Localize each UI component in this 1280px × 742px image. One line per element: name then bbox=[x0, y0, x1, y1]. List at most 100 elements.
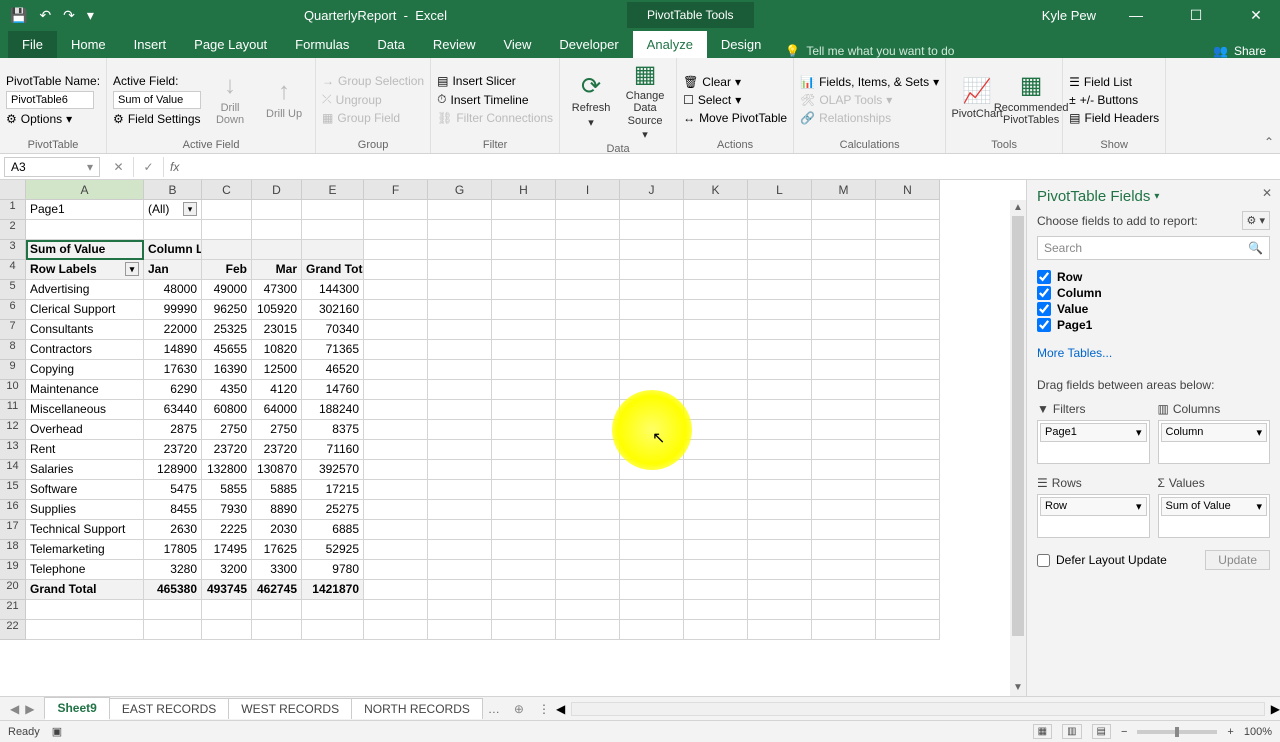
cell[interactable]: Software bbox=[26, 480, 144, 500]
cell[interactable] bbox=[556, 440, 620, 460]
cell[interactable] bbox=[556, 500, 620, 520]
cell[interactable] bbox=[302, 240, 364, 260]
chevron-down-icon[interactable]: ▾ bbox=[87, 160, 93, 174]
cell[interactable]: Clerical Support bbox=[26, 300, 144, 320]
column-header[interactable]: J bbox=[620, 180, 684, 200]
cell[interactable]: 1421870 bbox=[302, 580, 364, 600]
defer-checkbox[interactable] bbox=[1037, 554, 1050, 567]
cell[interactable] bbox=[252, 600, 302, 620]
cell[interactable] bbox=[364, 440, 428, 460]
cell[interactable] bbox=[428, 520, 492, 540]
scroll-thumb[interactable] bbox=[1012, 216, 1024, 636]
cell[interactable] bbox=[748, 600, 812, 620]
cell[interactable] bbox=[428, 240, 492, 260]
cell[interactable]: Column Labels▾ bbox=[144, 240, 202, 260]
cell[interactable]: 17630 bbox=[144, 360, 202, 380]
cell[interactable] bbox=[876, 400, 940, 420]
cell[interactable] bbox=[556, 460, 620, 480]
cell[interactable] bbox=[364, 580, 428, 600]
row-header[interactable]: 22 bbox=[0, 620, 26, 640]
field-list-button[interactable]: ☰ Field List bbox=[1069, 74, 1159, 90]
cell[interactable] bbox=[812, 340, 876, 360]
cell[interactable] bbox=[812, 360, 876, 380]
cell[interactable] bbox=[428, 320, 492, 340]
cell[interactable]: 17215 bbox=[302, 480, 364, 500]
cell[interactable]: 14760 bbox=[302, 380, 364, 400]
cell[interactable] bbox=[684, 600, 748, 620]
cell[interactable] bbox=[876, 240, 940, 260]
cell[interactable]: Telephone bbox=[26, 560, 144, 580]
cell[interactable]: 105920 bbox=[252, 300, 302, 320]
select-button[interactable]: ☐ Select ▾ bbox=[683, 92, 787, 108]
field-checkbox[interactable]: Column bbox=[1037, 286, 1270, 300]
insert-timeline-button[interactable]: ⏱ Insert Timeline bbox=[437, 91, 553, 108]
cell[interactable] bbox=[748, 480, 812, 500]
horizontal-scrollbar[interactable] bbox=[571, 702, 1265, 716]
row-header[interactable]: 19 bbox=[0, 560, 26, 580]
cell[interactable]: Technical Support bbox=[26, 520, 144, 540]
cell[interactable] bbox=[876, 420, 940, 440]
cell[interactable]: 302160 bbox=[302, 300, 364, 320]
collapse-ribbon-icon[interactable]: ⌃ bbox=[1264, 135, 1274, 149]
cell[interactable] bbox=[748, 520, 812, 540]
cell[interactable] bbox=[364, 560, 428, 580]
cell[interactable] bbox=[202, 600, 252, 620]
close-button[interactable]: ✕ bbox=[1236, 7, 1276, 24]
value-field[interactable]: Sum of Value▾ bbox=[1161, 497, 1268, 516]
row-header[interactable]: 11 bbox=[0, 400, 26, 420]
field-checkbox[interactable]: Row bbox=[1037, 270, 1270, 284]
cell[interactable] bbox=[556, 340, 620, 360]
cell[interactable] bbox=[302, 200, 364, 220]
cell[interactable]: 45655 bbox=[202, 340, 252, 360]
cell[interactable]: Mar bbox=[252, 260, 302, 280]
cell[interactable] bbox=[748, 240, 812, 260]
cell[interactable] bbox=[620, 560, 684, 580]
page-layout-view-icon[interactable]: ▥ bbox=[1062, 724, 1081, 739]
cell[interactable]: Row Labels▾ bbox=[26, 260, 144, 280]
zoom-slider[interactable] bbox=[1137, 730, 1217, 734]
sheet-tab[interactable]: NORTH RECORDS bbox=[351, 698, 483, 719]
cell[interactable] bbox=[748, 320, 812, 340]
normal-view-icon[interactable]: ▦ bbox=[1033, 724, 1052, 739]
tab-home[interactable]: Home bbox=[57, 31, 120, 58]
chevron-down-icon[interactable]: ▾ bbox=[1154, 191, 1159, 202]
column-header[interactable]: N bbox=[876, 180, 940, 200]
refresh-button[interactable]: ⟳Refresh▾ bbox=[566, 74, 616, 129]
row-header[interactable]: 17 bbox=[0, 520, 26, 540]
cell[interactable] bbox=[492, 300, 556, 320]
cell[interactable] bbox=[556, 220, 620, 240]
cell[interactable] bbox=[364, 300, 428, 320]
cell[interactable] bbox=[684, 480, 748, 500]
cell[interactable] bbox=[812, 520, 876, 540]
filter-field[interactable]: Page1▾ bbox=[1040, 423, 1147, 442]
search-input[interactable]: Search🔍 bbox=[1037, 236, 1270, 260]
cell[interactable] bbox=[364, 340, 428, 360]
filter-dropdown-icon[interactable]: ▾ bbox=[125, 262, 139, 276]
cell[interactable] bbox=[684, 220, 748, 240]
cell[interactable] bbox=[428, 460, 492, 480]
cell[interactable]: (All)▾ bbox=[144, 200, 202, 220]
cell[interactable] bbox=[620, 380, 684, 400]
cell[interactable]: Grand Total bbox=[26, 580, 144, 600]
cell[interactable] bbox=[492, 380, 556, 400]
share-button[interactable]: 👥 Share bbox=[1213, 44, 1280, 58]
cell[interactable] bbox=[748, 420, 812, 440]
cell[interactable] bbox=[684, 560, 748, 580]
cell[interactable] bbox=[556, 260, 620, 280]
cell[interactable] bbox=[428, 580, 492, 600]
row-header[interactable]: 14 bbox=[0, 460, 26, 480]
column-header[interactable]: L bbox=[748, 180, 812, 200]
cell[interactable]: 2225 bbox=[202, 520, 252, 540]
field-checkbox[interactable]: Value bbox=[1037, 302, 1270, 316]
cell[interactable] bbox=[748, 260, 812, 280]
cell[interactable]: 8375 bbox=[302, 420, 364, 440]
cell[interactable] bbox=[202, 220, 252, 240]
cell[interactable] bbox=[876, 320, 940, 340]
cell[interactable]: 23015 bbox=[252, 320, 302, 340]
cell[interactable] bbox=[364, 540, 428, 560]
cell[interactable] bbox=[252, 240, 302, 260]
cell[interactable] bbox=[812, 320, 876, 340]
cell[interactable] bbox=[364, 280, 428, 300]
cell[interactable] bbox=[428, 380, 492, 400]
cell[interactable] bbox=[492, 360, 556, 380]
